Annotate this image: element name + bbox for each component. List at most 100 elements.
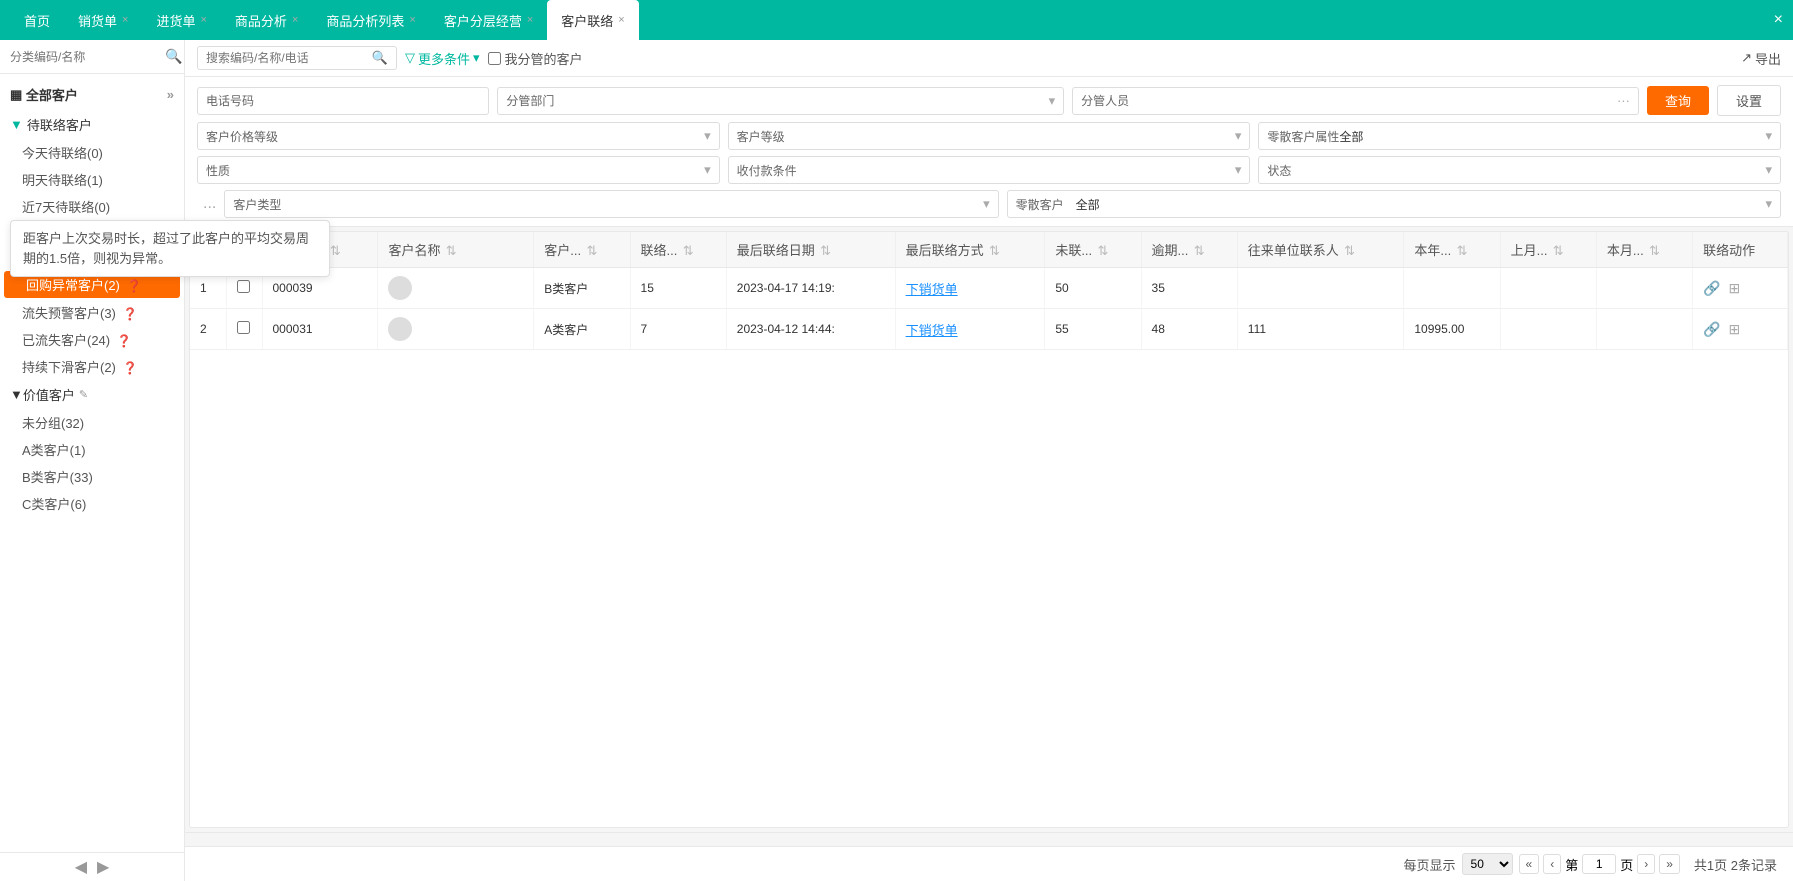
sidebar-item-churned[interactable]: 已流失客户(24) ❓ xyxy=(0,326,184,353)
grid-icon: ▦ xyxy=(10,87,22,103)
sidebar-next-arrow[interactable]: ▶ xyxy=(97,857,109,877)
nav-product-analysis[interactable]: 商品分析 × xyxy=(221,0,312,40)
sidebar-prev-arrow[interactable]: ◀ xyxy=(75,857,87,877)
close-customer-tier-tab[interactable]: × xyxy=(527,14,533,26)
close-product-analysis-list-tab[interactable]: × xyxy=(409,14,415,26)
field-scatter-customer: 零散客户 全部 ▾ xyxy=(1007,190,1781,218)
nav-product-analysis-list[interactable]: 商品分析列表 × xyxy=(312,0,429,40)
sidebar-item-a-class[interactable]: A类客户(1) xyxy=(0,436,184,463)
edit-icon[interactable]: ✎ xyxy=(79,388,88,401)
col-last-month[interactable]: 上月... ⇅ xyxy=(1500,232,1596,268)
row2-index: 2 xyxy=(190,309,226,350)
first-page-btn[interactable]: « xyxy=(1519,854,1540,874)
prev-page-btn[interactable]: ‹ xyxy=(1543,854,1561,874)
nav-sales[interactable]: 销货单 × xyxy=(64,0,142,40)
sidebar-collapse-btn[interactable]: » xyxy=(167,87,174,102)
sort-icon-contact[interactable]: ⇅ xyxy=(683,243,694,258)
col-overdue[interactable]: 逾期... ⇅ xyxy=(1141,232,1237,268)
payment-caret-icon: ▾ xyxy=(1235,162,1242,178)
sidebar-all-customers[interactable]: ▦ 全部客户 » xyxy=(0,79,184,110)
col-customer-type[interactable]: 客户... ⇅ xyxy=(534,232,630,268)
row2-last-method[interactable]: 下销货单 xyxy=(895,309,1045,350)
export-button[interactable]: ↗ 导出 xyxy=(1741,49,1781,68)
row1-link-icon[interactable]: 🔗 xyxy=(1703,280,1720,297)
close-customer-contact-tab[interactable]: × xyxy=(618,14,624,26)
col-contacts-person[interactable]: 往来单位联系人 ⇅ xyxy=(1237,232,1404,268)
field-customer-level: 客户等级 ▾ xyxy=(728,122,1251,150)
filter-more-conditions[interactable]: ▽ 更多条件 ▾ xyxy=(405,49,480,68)
filter-search-box: 🔍 xyxy=(197,46,397,70)
sort-icon-lmonth[interactable]: ⇅ xyxy=(1553,243,1564,258)
sort-icon-type[interactable]: ⇅ xyxy=(586,243,597,258)
close-product-analysis-tab[interactable]: × xyxy=(292,14,298,26)
my-customers-checkbox[interactable] xyxy=(488,52,501,65)
close-purchase-tab[interactable]: × xyxy=(200,14,206,26)
sidebar-item-tomorrow[interactable]: 明天待联络(1) xyxy=(0,166,184,193)
sort-icon-method[interactable]: ⇅ xyxy=(989,243,1000,258)
sidebar-body: ▦ 全部客户 » ▼ 待联络客户 今天待联络(0) 明天待联络(1) 近7天待联… xyxy=(0,74,184,852)
row2-contacts-person: 111 xyxy=(1237,309,1404,350)
sidebar-search-icon[interactable]: 🔍 xyxy=(165,48,182,65)
last-page-btn[interactable]: » xyxy=(1659,854,1680,874)
filter-search-icon[interactable]: 🔍 xyxy=(372,50,388,66)
col-last-contact-method[interactable]: 最后联络方式 ⇅ xyxy=(895,232,1045,268)
tooltip: 距客户上次交易时长，超过了此客户的平均交易周期的1.5倍，则视为异常。 xyxy=(10,220,330,277)
col-this-month[interactable]: 本月... ⇅ xyxy=(1596,232,1692,268)
my-customers-checkbox-label: 我分管的客户 xyxy=(488,49,583,68)
nav-home[interactable]: 首页 xyxy=(10,0,64,40)
type-caret-icon: ▾ xyxy=(983,196,990,212)
sidebar-item-ungroup[interactable]: 未分组(32) xyxy=(0,409,184,436)
page-input[interactable] xyxy=(1582,854,1616,874)
row2-link-icon[interactable]: 🔗 xyxy=(1703,321,1720,338)
sort-icon-unc[interactable]: ⇅ xyxy=(1098,243,1109,258)
row2-grid-icon[interactable]: ⊞ xyxy=(1729,321,1741,338)
more-dots-btn[interactable]: ... xyxy=(203,195,216,213)
nav-purchase[interactable]: 进货单 × xyxy=(142,0,220,40)
sort-icon-code[interactable]: ⇅ xyxy=(330,243,341,258)
per-page-label: 每页显示 xyxy=(1404,855,1456,874)
sidebar-item-churn-warning[interactable]: 流失预警客户(3) ❓ xyxy=(0,299,184,326)
close-sales-tab[interactable]: × xyxy=(122,14,128,26)
col-uncontacted[interactable]: 未联... ⇅ xyxy=(1045,232,1141,268)
filter-row-3: 性质 ▾ 收付款条件 ▾ 状态 ▾ xyxy=(197,156,1781,184)
export-icon: ↗ xyxy=(1741,50,1752,66)
settings-button[interactable]: 设置 xyxy=(1717,85,1781,116)
query-button[interactable]: 查询 xyxy=(1647,86,1709,115)
sidebar-item-b-class[interactable]: B类客户(33) xyxy=(0,463,184,490)
content-area: 🔍 ▽ 更多条件 ▾ 我分管的客户 ↗ 导出 电话号码 xyxy=(185,40,1793,881)
row1-check[interactable] xyxy=(237,280,250,293)
row2-name xyxy=(378,309,534,350)
sidebar-item-7days[interactable]: 近7天待联络(0) xyxy=(0,193,184,220)
horizontal-scrollbar[interactable] xyxy=(185,832,1793,846)
chevron-down-icon: ▾ xyxy=(473,50,480,66)
row1-last-method[interactable]: 下销货单 xyxy=(895,268,1045,309)
sidebar-item-today[interactable]: 今天待联络(0) xyxy=(0,139,184,166)
sidebar-section-pending[interactable]: ▼ 待联络客户 xyxy=(0,110,184,139)
filter-search-input[interactable] xyxy=(206,51,372,65)
sort-icon-overdue[interactable]: ⇅ xyxy=(1194,243,1205,258)
row1-overdue: 35 xyxy=(1141,268,1237,309)
sidebar-group-value[interactable]: ▼ 价值客户 ✎ xyxy=(0,380,184,409)
col-this-year[interactable]: 本年... ⇅ xyxy=(1404,232,1500,268)
field-price-level: 客户价格等级 ▾ xyxy=(197,122,720,150)
sort-icon-person[interactable]: ⇅ xyxy=(1344,243,1355,258)
sidebar-item-c-class[interactable]: C类客户(6) xyxy=(0,490,184,517)
col-name[interactable]: 客户名称 ⇅ xyxy=(378,232,534,268)
row2-check[interactable] xyxy=(237,321,250,334)
phone-input[interactable] xyxy=(266,94,480,108)
sidebar-search-input[interactable] xyxy=(10,50,165,64)
sort-icon-year[interactable]: ⇅ xyxy=(1457,243,1468,258)
sort-icon-date[interactable]: ⇅ xyxy=(820,243,831,258)
nav-customer-contact[interactable]: 客户联络 × xyxy=(547,0,638,40)
col-last-contact-date[interactable]: 最后联络日期 ⇅ xyxy=(726,232,895,268)
sort-icon-tmonth[interactable]: ⇅ xyxy=(1649,243,1660,258)
field-payment-terms: 收付款条件 ▾ xyxy=(728,156,1251,184)
col-contact-count[interactable]: 联络... ⇅ xyxy=(630,232,726,268)
sidebar-item-declining[interactable]: 持续下滑客户(2) ❓ xyxy=(0,353,184,380)
next-page-btn[interactable]: › xyxy=(1637,854,1655,874)
row1-grid-icon[interactable]: ⊞ xyxy=(1729,280,1741,297)
per-page-select[interactable]: 50 20 100 xyxy=(1462,853,1513,875)
sort-icon-name[interactable]: ⇅ xyxy=(446,243,457,258)
close-all-btn[interactable]: × xyxy=(1774,11,1783,29)
nav-customer-tier[interactable]: 客户分层经营 × xyxy=(430,0,547,40)
